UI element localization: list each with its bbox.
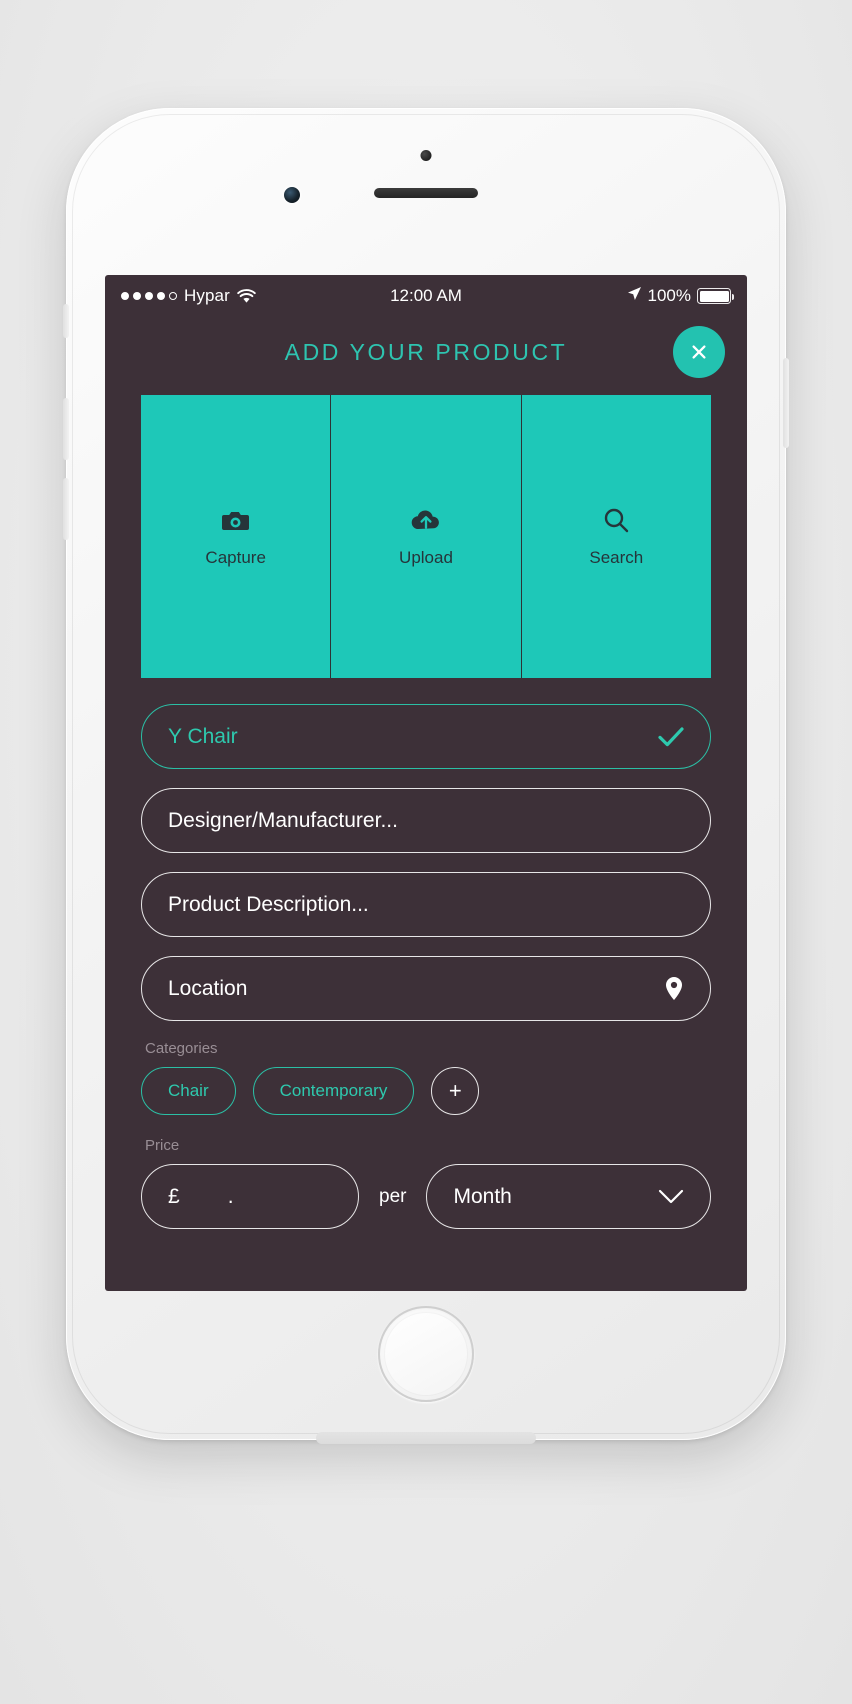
category-chip-contemporary[interactable]: Contemporary: [252, 1067, 415, 1115]
status-bar-right: 100%: [627, 286, 734, 306]
signal-strength-icon: [121, 292, 177, 300]
product-form: Y Chair Designer/Manufacturer... Product…: [105, 678, 747, 1229]
status-bar-left: Hypar: [121, 286, 256, 306]
location-arrow-icon: [627, 286, 642, 306]
volume-up-button[interactable]: [63, 398, 69, 460]
price-row: £ . per Month: [141, 1164, 711, 1229]
cloud-upload-icon: [411, 505, 441, 535]
designer-field[interactable]: Designer/Manufacturer...: [141, 788, 711, 853]
designer-placeholder: Designer/Manufacturer...: [168, 808, 398, 832]
wifi-icon: [237, 288, 256, 304]
power-button[interactable]: [783, 358, 789, 448]
media-source-tiles: Capture Upload Search: [141, 395, 711, 678]
battery-full-icon: [697, 288, 734, 304]
carrier-name: Hypar: [184, 286, 230, 305]
location-field[interactable]: Location: [141, 956, 711, 1021]
front-camera-icon: [420, 150, 432, 161]
battery-percent-label: 100%: [647, 286, 691, 305]
category-chip-chair[interactable]: Chair: [141, 1067, 236, 1115]
capture-tile-label: Capture: [205, 548, 266, 567]
upload-tile[interactable]: Upload: [330, 395, 521, 678]
plus-icon: +: [448, 1078, 462, 1103]
location-placeholder: Location: [168, 976, 248, 1000]
close-button[interactable]: [673, 326, 725, 378]
price-amount-value: .: [227, 1184, 234, 1208]
app-header: ADD YOUR PRODUCT: [105, 317, 747, 387]
add-category-button[interactable]: +: [431, 1067, 480, 1115]
category-chip-label: Contemporary: [279, 1081, 388, 1100]
search-tile[interactable]: Search: [520, 395, 711, 678]
earpiece-speaker: [374, 188, 478, 198]
search-icon: [603, 505, 629, 535]
description-placeholder: Product Description...: [168, 892, 369, 916]
check-icon: [658, 726, 684, 748]
categories-label: Categories: [145, 1040, 218, 1057]
camera-icon: [222, 505, 250, 535]
volume-down-button[interactable]: [63, 478, 69, 540]
product-name-field[interactable]: Y Chair: [141, 704, 711, 769]
close-icon: [692, 345, 706, 359]
per-label: per: [379, 1185, 407, 1207]
home-button[interactable]: [378, 1306, 474, 1402]
currency-symbol: £: [168, 1184, 180, 1208]
categories-row: Chair Contemporary +: [141, 1067, 711, 1115]
search-tile-label: Search: [589, 548, 644, 567]
description-field[interactable]: Product Description...: [141, 872, 711, 937]
capture-tile[interactable]: Capture: [141, 395, 331, 678]
price-period-value: Month: [453, 1184, 512, 1208]
upload-tile-label: Upload: [399, 548, 453, 567]
price-amount-field[interactable]: £ .: [141, 1164, 359, 1229]
product-name-value: Y Chair: [168, 724, 238, 748]
page-title: ADD YOUR PRODUCT: [284, 338, 568, 365]
map-pin-icon[interactable]: [664, 976, 684, 1002]
silent-switch[interactable]: [63, 304, 69, 338]
status-bar: Hypar 12:00 AM 100%: [105, 275, 747, 317]
phone-device: Hypar 12:00 AM 100% ADD YOUR PRODUCT Cap…: [63, 108, 789, 1444]
proximity-sensor-icon: [284, 187, 300, 203]
price-label: Price: [145, 1137, 180, 1154]
price-period-select[interactable]: Month: [426, 1164, 711, 1229]
phone-screen: Hypar 12:00 AM 100% ADD YOUR PRODUCT Cap…: [105, 275, 747, 1291]
phone-bottom-edge: [316, 1432, 536, 1444]
chevron-down-icon: [658, 1189, 684, 1205]
category-chip-label: Chair: [168, 1081, 209, 1100]
